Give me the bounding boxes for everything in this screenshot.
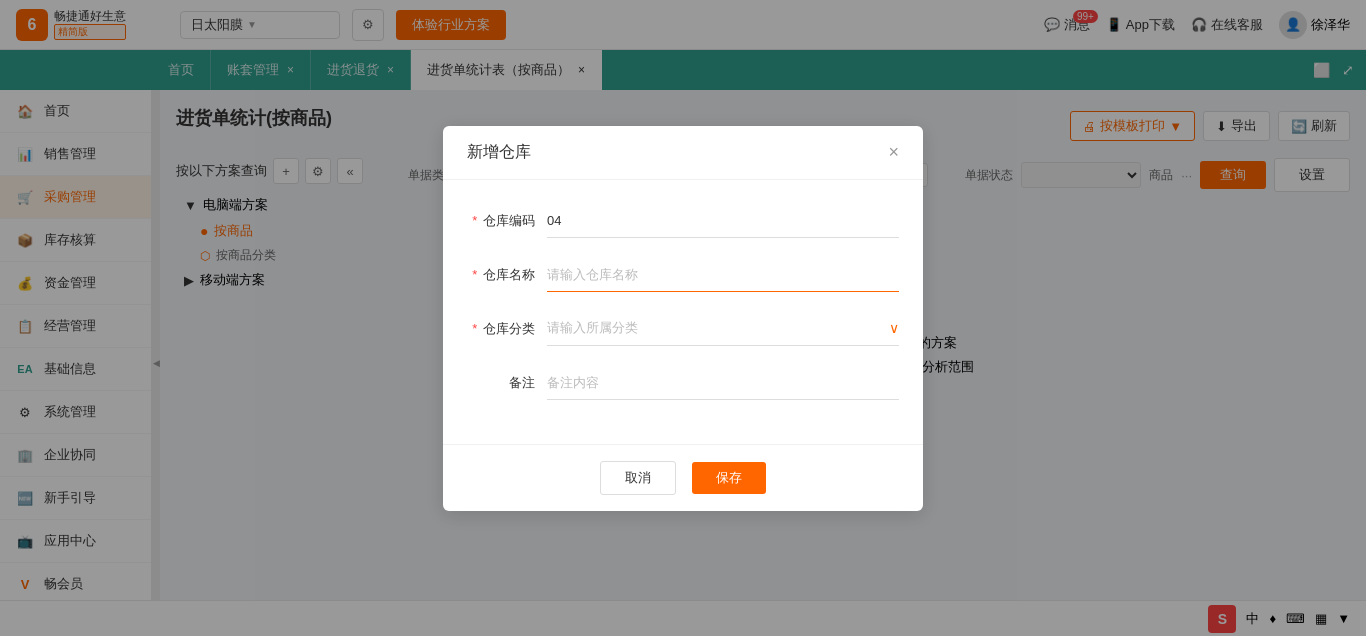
name-input[interactable] xyxy=(547,258,899,292)
modal-footer: 取消 保存 xyxy=(443,444,923,511)
category-placeholder: 请输入所属分类 xyxy=(547,319,638,337)
category-required-marker: * xyxy=(472,321,477,336)
note-label: 备注 xyxy=(467,374,547,392)
modal-overlay: 新增仓库 × * 仓库编码 * 仓库名称 xyxy=(0,0,1366,636)
modal-header: 新增仓库 × xyxy=(443,126,923,180)
form-item-note: 备注 xyxy=(467,366,899,400)
name-required-marker: * xyxy=(472,267,477,282)
modal-close-btn[interactable]: × xyxy=(888,142,899,163)
category-label: * 仓库分类 xyxy=(467,320,547,338)
code-input[interactable] xyxy=(547,204,899,238)
category-select[interactable]: 请输入所属分类 ∨ xyxy=(547,312,899,346)
modal-body: * 仓库编码 * 仓库名称 * 仓库分类 请输入所属 xyxy=(443,180,923,444)
category-dropdown-icon: ∨ xyxy=(889,320,899,336)
name-label: * 仓库名称 xyxy=(467,266,547,284)
code-label: * 仓库编码 xyxy=(467,212,547,230)
form-item-code: * 仓库编码 xyxy=(467,204,899,238)
form-item-category: * 仓库分类 请输入所属分类 ∨ xyxy=(467,312,899,346)
code-required-marker: * xyxy=(472,213,477,228)
cancel-button[interactable]: 取消 xyxy=(600,461,676,495)
modal-title: 新增仓库 xyxy=(467,142,531,163)
warehouse-modal: 新增仓库 × * 仓库编码 * 仓库名称 xyxy=(443,126,923,511)
save-button[interactable]: 保存 xyxy=(692,462,766,494)
note-input[interactable] xyxy=(547,366,899,400)
form-item-name: * 仓库名称 xyxy=(467,258,899,292)
